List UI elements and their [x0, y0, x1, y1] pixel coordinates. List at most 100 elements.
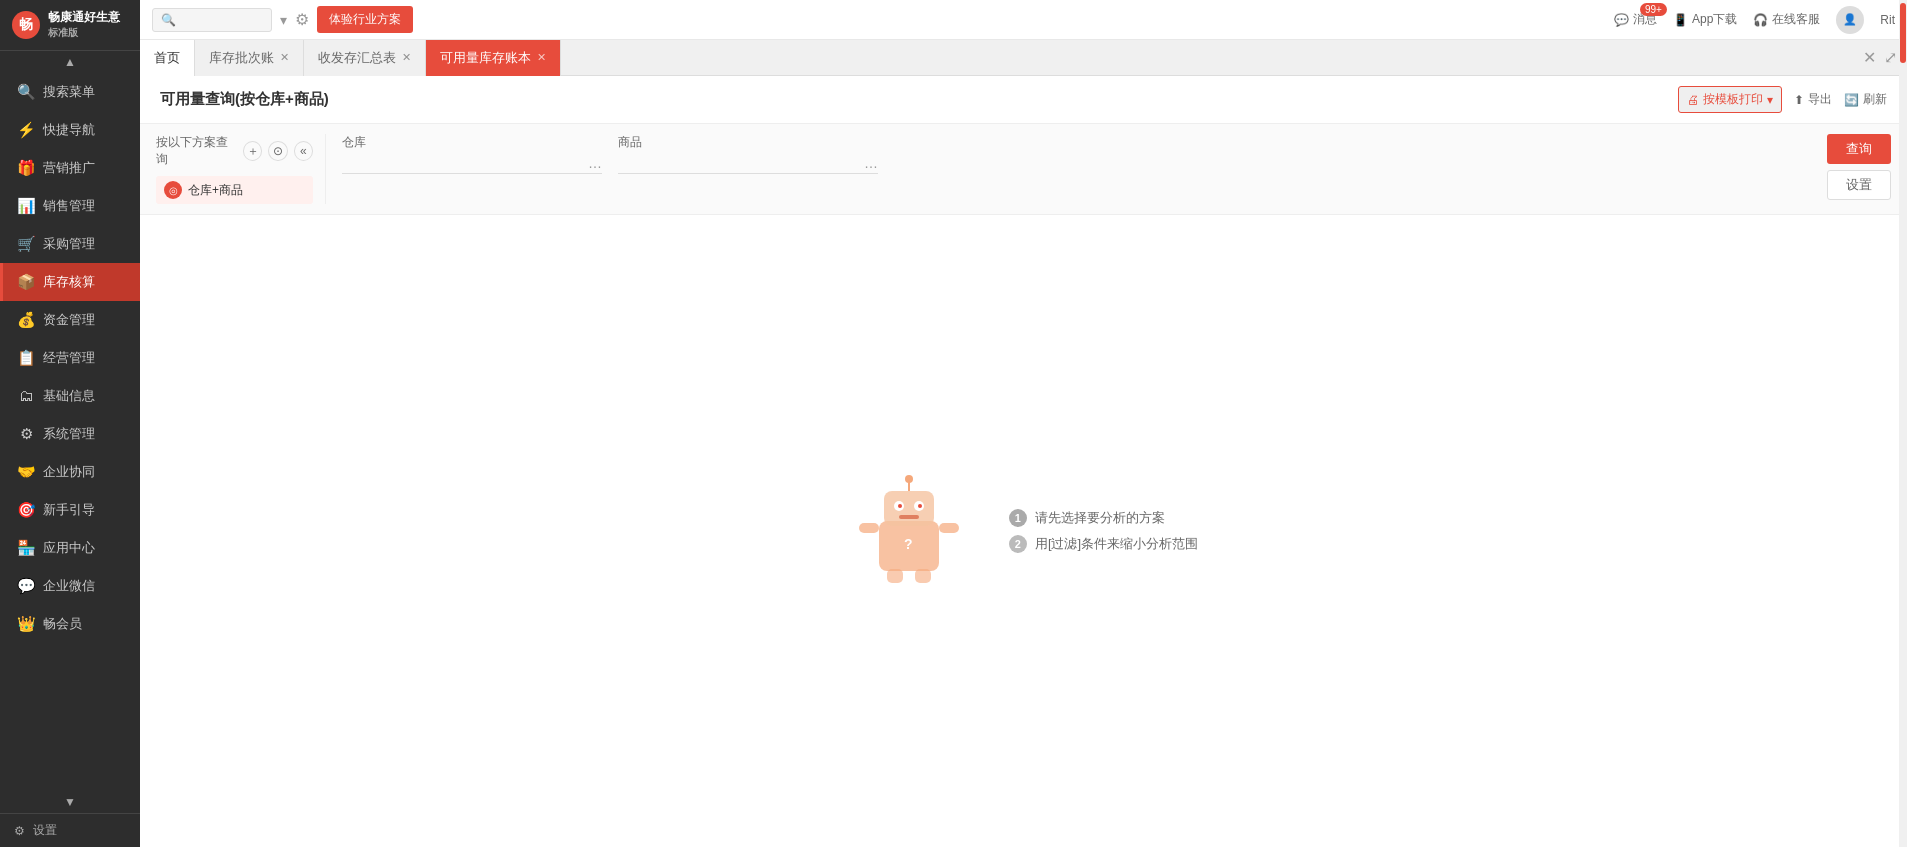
refresh-label: 刷新	[1863, 91, 1887, 108]
query-button[interactable]: 查询	[1827, 134, 1891, 164]
sidebar-item-search[interactable]: 🔍 搜索菜单	[0, 73, 140, 111]
page-title: 可用量查询(按仓库+商品)	[160, 90, 329, 109]
topbar-gear-icon[interactable]: ⚙	[295, 10, 309, 29]
industry-button[interactable]: 体验行业方案	[317, 6, 413, 33]
scheme-item-warehouse-product[interactable]: ◎ 仓库+商品	[156, 176, 313, 204]
sidebar-item-apps[interactable]: 🏪 应用中心	[0, 529, 140, 567]
sidebar-item-sales[interactable]: 📊 销售管理	[0, 187, 140, 225]
svg-rect-8	[899, 515, 919, 519]
main-content: 🔍 ▾ ⚙ 体验行业方案 💬 消息 99+ 📱 App下载 🎧 在线客服 👤 R…	[140, 0, 1907, 847]
sidebar-item-search-label: 搜索菜单	[43, 83, 95, 101]
empty-hint-2: 2 用[过滤]条件来缩小分析范围	[1009, 535, 1198, 553]
sidebar-item-system-label: 系统管理	[43, 425, 95, 443]
operation-icon: 📋	[17, 349, 35, 367]
marketing-icon: 🎁	[17, 159, 35, 177]
sidebar-item-guide-label: 新手引导	[43, 501, 95, 519]
sidebar-settings[interactable]: ⚙ 设置	[0, 813, 140, 847]
sidebar-item-basic[interactable]: 🗂 基础信息	[0, 377, 140, 415]
sidebar-item-operation[interactable]: 📋 经营管理	[0, 339, 140, 377]
svg-rect-1	[884, 491, 934, 526]
sidebar-item-finance-label: 资金管理	[43, 311, 95, 329]
tab-available[interactable]: 可用量库存账本 ✕	[426, 40, 561, 76]
message-icon: 💬	[1614, 13, 1629, 27]
sidebar-item-wechat[interactable]: 💬 企业微信	[0, 567, 140, 605]
print-dropdown-icon[interactable]: ▾	[1767, 93, 1773, 107]
print-button[interactable]: 🖨 按模板打印 ▾	[1678, 86, 1782, 113]
sidebar-scroll-up[interactable]: ▲	[0, 51, 140, 73]
sidebar-item-wechat-label: 企业微信	[43, 577, 95, 595]
tabs-expand-icon[interactable]: ⤢	[1884, 48, 1897, 67]
sidebar-item-inventory[interactable]: 📦 库存核算	[0, 263, 140, 301]
guide-icon: 🎯	[17, 501, 35, 519]
sidebar-scroll-down[interactable]: ▼	[0, 791, 140, 813]
service-icon: 🎧	[1753, 13, 1768, 27]
topbar-search[interactable]: 🔍	[152, 8, 272, 32]
phone-icon: 📱	[1673, 13, 1688, 27]
print-label: 按模板打印	[1703, 91, 1763, 108]
scheme-name: 仓库+商品	[188, 182, 243, 199]
inventory-icon: 📦	[17, 273, 35, 291]
sidebar-item-member[interactable]: 👑 畅会员	[0, 605, 140, 643]
username-label: Rit	[1880, 13, 1895, 27]
warehouse-more-icon[interactable]: …	[588, 155, 602, 171]
refresh-button[interactable]: 🔄 刷新	[1844, 91, 1887, 108]
svg-point-7	[905, 475, 913, 483]
message-badge: 99+	[1640, 3, 1667, 16]
empty-illustration: ?	[849, 471, 969, 591]
sidebar-item-apps-label: 应用中心	[43, 539, 95, 557]
export-button[interactable]: ⬆ 导出	[1794, 91, 1832, 108]
product-input[interactable]	[618, 156, 864, 170]
sidebar-item-shortcut-label: 快捷导航	[43, 121, 95, 139]
svg-rect-9	[859, 523, 879, 533]
search-icon: 🔍	[161, 13, 176, 27]
online-service-button[interactable]: 🎧 在线客服	[1753, 11, 1820, 28]
empty-hint-1: 1 请先选择要分析的方案	[1009, 509, 1198, 527]
user-avatar[interactable]: 👤	[1836, 6, 1864, 34]
sidebar-item-system[interactable]: ⚙ 系统管理	[0, 415, 140, 453]
sidebar-item-guide[interactable]: 🎯 新手引导	[0, 491, 140, 529]
app-download-button[interactable]: 📱 App下载	[1673, 11, 1737, 28]
add-scheme-button[interactable]: ＋	[243, 141, 262, 161]
right-scrollbar[interactable]	[1899, 0, 1907, 847]
sidebar-item-purchase[interactable]: 🛒 采购管理	[0, 225, 140, 263]
hint-text-1: 请先选择要分析的方案	[1035, 509, 1165, 527]
tabs-close-icon[interactable]: ✕	[1863, 48, 1876, 67]
warehouse-input-wrap: …	[342, 155, 602, 174]
scrollbar-thumb[interactable]	[1900, 3, 1906, 63]
export-label: 导出	[1808, 91, 1832, 108]
product-label: 商品	[618, 134, 878, 151]
service-label: 在线客服	[1772, 11, 1820, 28]
tab-summary[interactable]: 收发存汇总表 ✕	[304, 40, 426, 76]
sidebar: 畅 畅康通好生意 标准版 ▲ 🔍 搜索菜单 ⚡ 快捷导航 🎁 营销推广 📊 销售…	[0, 0, 140, 847]
tab-available-close[interactable]: ✕	[537, 51, 546, 64]
svg-rect-11	[887, 569, 903, 583]
refresh-icon: 🔄	[1844, 93, 1859, 107]
product-more-icon[interactable]: …	[864, 155, 878, 171]
sidebar-item-basic-label: 基础信息	[43, 387, 95, 405]
sidebar-item-shortcut[interactable]: ⚡ 快捷导航	[0, 111, 140, 149]
product-field: 商品 …	[618, 134, 878, 174]
tab-batch[interactable]: 库存批次账 ✕	[195, 40, 304, 76]
warehouse-input[interactable]	[342, 156, 588, 170]
topbar-dropdown-icon[interactable]: ▾	[280, 12, 287, 28]
sidebar-item-member-label: 畅会员	[43, 615, 82, 633]
tab-batch-close[interactable]: ✕	[280, 51, 289, 64]
message-button[interactable]: 💬 消息 99+	[1614, 11, 1657, 28]
svg-rect-10	[939, 523, 959, 533]
apps-icon: 🏪	[17, 539, 35, 557]
sidebar-items: 🔍 搜索菜单 ⚡ 快捷导航 🎁 营销推广 📊 销售管理 🛒 采购管理 📦 库存核…	[0, 73, 140, 791]
app-name: 畅康通好生意	[48, 10, 120, 26]
settings-button[interactable]: 设置	[1827, 170, 1891, 200]
collapse-scheme-button[interactable]: «	[294, 141, 313, 161]
sidebar-item-enterprise[interactable]: 🤝 企业协同	[0, 453, 140, 491]
hint-number-1: 1	[1009, 509, 1027, 527]
sidebar-item-marketing[interactable]: 🎁 营销推广	[0, 149, 140, 187]
filter-schemes: 按以下方案查询 ＋ ⊙ « ◎ 仓库+商品	[156, 134, 326, 204]
settings-scheme-button[interactable]: ⊙	[268, 141, 287, 161]
sidebar-item-finance[interactable]: 💰 资金管理	[0, 301, 140, 339]
tab-summary-close[interactable]: ✕	[402, 51, 411, 64]
sidebar-item-purchase-label: 采购管理	[43, 235, 95, 253]
scheme-icon: ◎	[164, 181, 182, 199]
tab-home[interactable]: 首页	[140, 40, 195, 76]
hint-number-2: 2	[1009, 535, 1027, 553]
